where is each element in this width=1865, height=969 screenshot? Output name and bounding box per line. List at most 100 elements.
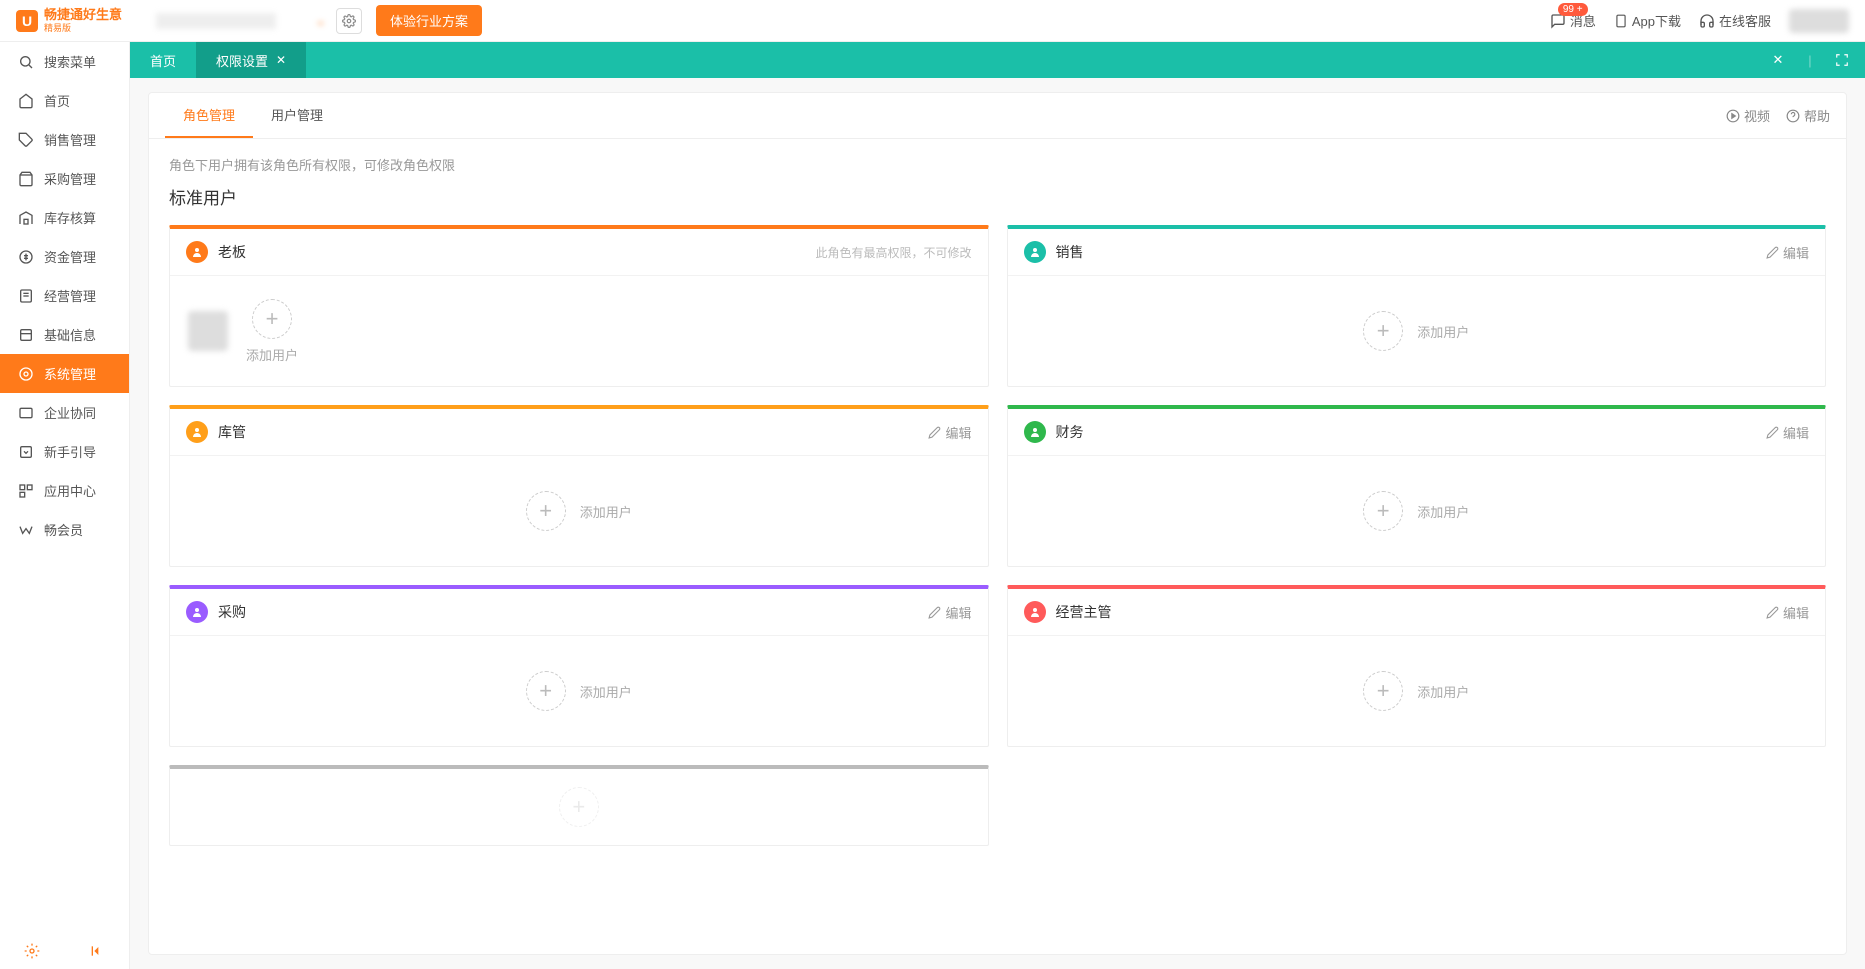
collab-icon bbox=[18, 405, 34, 421]
topbar: U 畅捷通好生意 精易版 ⌄ 体验行业方案 99 + 消息 App下载 bbox=[0, 0, 1865, 42]
card-header: 老板 此角色有最高权限，不可修改 bbox=[170, 229, 988, 276]
home-icon bbox=[18, 93, 34, 109]
sidebar-item-sales[interactable]: 销售管理 bbox=[0, 120, 129, 159]
vip-icon bbox=[18, 522, 34, 538]
card-header: 经营主管 编辑 bbox=[1008, 589, 1826, 636]
divider: | bbox=[1797, 47, 1823, 73]
card-header: 财务 编辑 bbox=[1008, 409, 1826, 456]
report-icon bbox=[18, 288, 34, 304]
role-card: 库管编辑 +添加用户 bbox=[169, 405, 989, 567]
logo[interactable]: U 畅捷通好生意 精易版 bbox=[16, 8, 136, 34]
role-icon bbox=[1024, 241, 1046, 263]
settings-button[interactable] bbox=[336, 8, 362, 34]
help-icon bbox=[1786, 109, 1800, 123]
close-icon[interactable]: ✕ bbox=[276, 53, 286, 67]
card-body: +添加用户 bbox=[170, 456, 988, 566]
edit-button[interactable]: 编辑 bbox=[928, 423, 971, 442]
user-avatar[interactable] bbox=[1789, 9, 1849, 33]
tabstrip-close-button[interactable]: ✕ bbox=[1765, 47, 1791, 73]
role-name: 老板 bbox=[218, 242, 246, 262]
gear-icon bbox=[342, 14, 356, 28]
sidebar-item-collab[interactable]: 企业协同 bbox=[0, 393, 129, 432]
sidebar-item-apps[interactable]: 应用中心 bbox=[0, 471, 129, 510]
plus-icon: + bbox=[252, 299, 292, 339]
help-link[interactable]: 帮助 bbox=[1786, 106, 1830, 125]
card-header: 销售 编辑 bbox=[1008, 229, 1826, 276]
card-header: 采购 编辑 bbox=[170, 589, 988, 636]
add-user-button[interactable]: +添加用户 bbox=[526, 491, 632, 531]
role-card: 财务 编辑 +添加用户 bbox=[1007, 405, 1827, 567]
promo-button[interactable]: 体验行业方案 bbox=[376, 5, 482, 36]
plus-icon: + bbox=[526, 491, 566, 531]
subtab-user[interactable]: 用户管理 bbox=[253, 93, 341, 138]
role-icon bbox=[186, 601, 208, 623]
sidebar-collapse-icon[interactable] bbox=[89, 943, 105, 959]
sidebar-item-home[interactable]: 首页 bbox=[0, 81, 129, 120]
app-download-button[interactable]: App下载 bbox=[1614, 11, 1681, 30]
edit-button[interactable]: 编辑 bbox=[1766, 423, 1809, 442]
sidebar-item-operation[interactable]: 经营管理 bbox=[0, 276, 129, 315]
tab-permissions[interactable]: 权限设置 ✕ bbox=[196, 42, 306, 78]
plus-icon: + bbox=[559, 787, 599, 827]
role-card: 经营主管 编辑 +添加用户 bbox=[1007, 585, 1827, 747]
card-body: +添加用户 bbox=[1008, 636, 1826, 746]
edit-button[interactable]: 编辑 bbox=[1766, 603, 1809, 622]
subtab-role[interactable]: 角色管理 bbox=[165, 93, 253, 138]
sidebar-item-finance[interactable]: 资金管理 bbox=[0, 237, 129, 276]
add-user-button[interactable]: +添加用户 bbox=[1363, 311, 1469, 351]
user-avatar-icon bbox=[188, 311, 228, 351]
role-name: 经营主管 bbox=[1056, 602, 1112, 622]
support-button[interactable]: 在线客服 bbox=[1699, 11, 1771, 30]
video-link[interactable]: 视频 bbox=[1726, 106, 1770, 125]
plus-icon: + bbox=[1363, 491, 1403, 531]
sidebar-settings-icon[interactable] bbox=[24, 943, 40, 959]
messages-badge: 99 + bbox=[1558, 3, 1588, 16]
role-card: 销售 编辑 +添加用户 bbox=[1007, 225, 1827, 387]
sidebar-item-vip[interactable]: 畅会员 bbox=[0, 510, 129, 549]
wallet-icon bbox=[18, 249, 34, 265]
warehouse-icon bbox=[18, 210, 34, 226]
add-user-button[interactable]: +添加用户 bbox=[1363, 491, 1469, 531]
role-icon bbox=[186, 241, 208, 263]
company-selector[interactable]: ⌄ bbox=[156, 13, 326, 29]
role-card: + bbox=[169, 765, 989, 846]
sidebar-item-inventory[interactable]: 库存核算 bbox=[0, 198, 129, 237]
sidebar-item-purchase[interactable]: 采购管理 bbox=[0, 159, 129, 198]
sidebar-item-basedata[interactable]: 基础信息 bbox=[0, 315, 129, 354]
role-card: 老板 此角色有最高权限，不可修改 +添加用户 bbox=[169, 225, 989, 387]
search-icon bbox=[18, 54, 34, 70]
sidebar-item-search[interactable]: 搜索菜单 bbox=[0, 42, 129, 81]
role-note: 此角色有最高权限，不可修改 bbox=[815, 244, 971, 261]
role-icon bbox=[1024, 601, 1046, 623]
user-item[interactable] bbox=[188, 311, 228, 351]
tab-home[interactable]: 首页 bbox=[130, 42, 196, 78]
cart-icon bbox=[18, 171, 34, 187]
role-icon bbox=[1024, 421, 1046, 443]
card-body: + bbox=[170, 769, 988, 845]
add-user-button[interactable]: +添加用户 bbox=[246, 299, 298, 364]
sidebar: 搜索菜单 首页 销售管理 采购管理 库存核算 资金管理 bbox=[0, 42, 130, 969]
card-header: 库管编辑 bbox=[170, 409, 988, 456]
logo-icon: U bbox=[16, 10, 38, 32]
add-user-button[interactable]: + bbox=[559, 787, 599, 827]
sidebar-item-guide[interactable]: 新手引导 bbox=[0, 432, 129, 471]
card-body: +添加用户 bbox=[170, 276, 988, 386]
play-icon bbox=[1726, 109, 1740, 123]
messages-button[interactable]: 99 + 消息 bbox=[1550, 11, 1596, 30]
add-user-button[interactable]: +添加用户 bbox=[526, 671, 632, 711]
sidebar-item-system[interactable]: 系统管理 bbox=[0, 354, 129, 393]
role-name: 销售 bbox=[1056, 242, 1084, 262]
add-user-button[interactable]: +添加用户 bbox=[1363, 671, 1469, 711]
sidebar-footer bbox=[0, 933, 129, 969]
fullscreen-button[interactable] bbox=[1829, 47, 1855, 73]
logo-subtitle: 精易版 bbox=[44, 21, 122, 34]
edit-button[interactable]: 编辑 bbox=[1766, 243, 1809, 262]
page-hint: 角色下用户拥有该角色所有权限，可修改角色权限 bbox=[149, 139, 1846, 174]
plus-icon: + bbox=[526, 671, 566, 711]
card-body: +添加用户 bbox=[170, 636, 988, 746]
edit-button[interactable]: 编辑 bbox=[928, 603, 971, 622]
role-icon bbox=[186, 421, 208, 443]
role-name: 财务 bbox=[1056, 422, 1084, 442]
subtabs: 角色管理 用户管理 视频 帮助 bbox=[149, 93, 1846, 139]
role-name: 采购 bbox=[218, 602, 246, 622]
